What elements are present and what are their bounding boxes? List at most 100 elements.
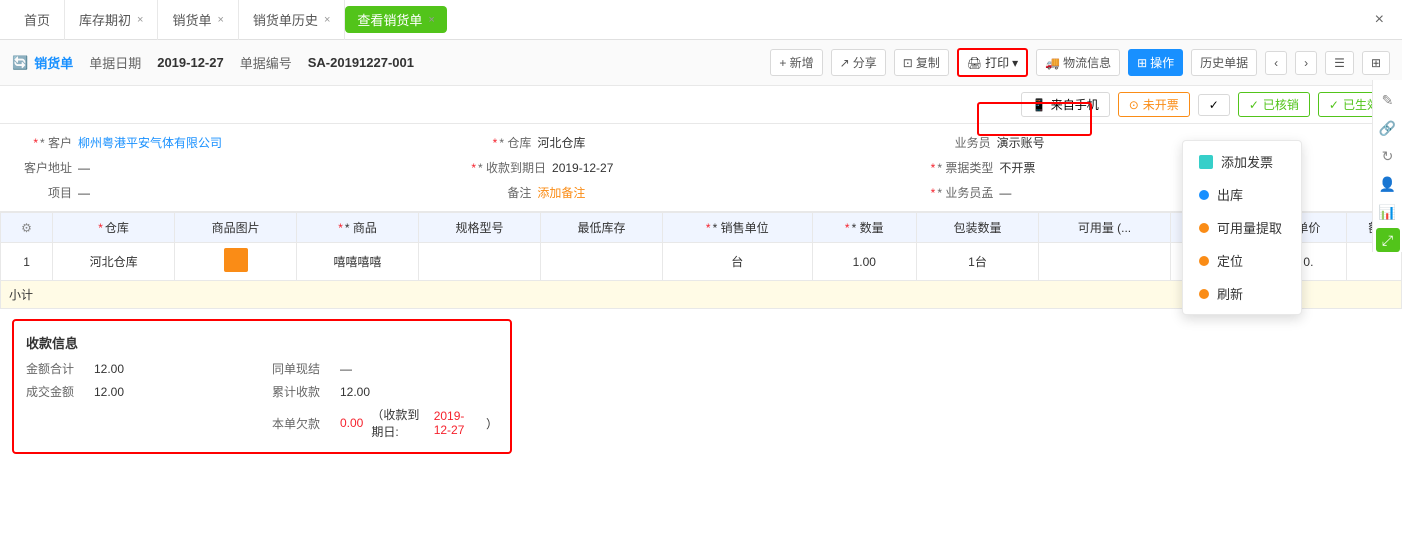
settings-icon: ⚙ [21, 221, 32, 235]
transaction-value: 12.00 [94, 385, 124, 399]
sidebar-user-icon[interactable]: 👤 [1376, 172, 1400, 196]
tab-inventory[interactable]: 库存期初 × [65, 0, 158, 40]
new-button[interactable]: + 新增 [770, 49, 822, 76]
staff-field: 业务员 演示账号 [931, 134, 1390, 151]
operate-button[interactable]: ⊞ 操作 [1128, 49, 1183, 76]
tab-view-close[interactable]: × [428, 14, 434, 26]
due-date-value: 2019-12-27 [434, 409, 478, 437]
check-icon: ✓ [1209, 98, 1219, 112]
invoice-status-button[interactable]: ⊙ 未开票 [1118, 92, 1190, 117]
warehouse-label: * 仓库 [471, 134, 531, 151]
project-label: 项目 [12, 184, 72, 201]
checked-status-button[interactable]: ✓ 已核销 [1238, 92, 1310, 117]
due-label: 本单欠款 [272, 415, 332, 432]
available-qty-item[interactable]: 可用量提取 [1183, 211, 1301, 244]
note-label: 备注 [471, 184, 531, 201]
share-icon: ↗ [840, 56, 850, 70]
row-product: 嘻嘻嘻嘻 [297, 243, 419, 281]
checked-icon: ✓ [1249, 98, 1259, 112]
amount-total-row: 金额合计 12.00 [26, 360, 252, 377]
tab-history[interactable]: 销货单历史 × [239, 0, 345, 40]
out-stock-item[interactable]: 出库 [1183, 178, 1301, 211]
warehouse-value: 河北仓库 [537, 134, 585, 151]
col-product: * 商品 [297, 213, 419, 243]
col-pack-qty: 包装数量 [917, 213, 1039, 243]
sidebar-link-icon[interactable]: 🔗 [1376, 116, 1400, 140]
tab-sales-close[interactable]: × [217, 14, 223, 26]
col-unit: * 销售单位 [663, 213, 813, 243]
payment-section: 收款信息 金额合计 12.00 成交金额 12.00 同单现结 — [12, 319, 512, 454]
tab-inventory-close[interactable]: × [137, 14, 143, 26]
sidebar-edit-icon[interactable]: ✎ [1376, 88, 1400, 112]
tab-sales[interactable]: 销货单 × [158, 0, 238, 40]
tab-history-close[interactable]: × [324, 14, 330, 26]
doc-date-value: 2019-12-27 [157, 55, 224, 70]
customer-value: 柳州粤港平安气体有限公司 [78, 134, 222, 151]
staff-label: 业务员 [931, 134, 991, 151]
effective-icon: ✓ [1329, 98, 1339, 112]
staff2-label: * 业务员孟 [931, 184, 994, 201]
tab-home[interactable]: 首页 [10, 0, 65, 40]
sales-icon: 🔄 [12, 55, 28, 71]
address-field: 客户地址 — [12, 159, 471, 176]
logistics-button[interactable]: 🚚 物流信息 [1036, 49, 1120, 76]
payment-title: 收款信息 [26, 333, 498, 352]
doc-type-title: 🔄 销货单 [12, 53, 73, 72]
refresh-icon [1199, 289, 1209, 299]
copy-button[interactable]: ⊡ 复制 [894, 49, 949, 76]
payment-left: 金额合计 12.00 成交金额 12.00 [26, 360, 252, 440]
refresh-item[interactable]: 刷新 [1183, 277, 1301, 310]
transaction-row: 成交金额 12.00 [26, 383, 252, 400]
phone-icon: 📱 [1032, 98, 1047, 112]
amount-total-value: 12.00 [94, 362, 124, 376]
status-bar: 📱 来自手机 ⊙ 未开票 ✓ ✓ 已核销 ✓ 已生效 [0, 86, 1402, 124]
phone-source-button[interactable]: 📱 来自手机 [1021, 92, 1110, 117]
sidebar-refresh-icon[interactable]: ↻ [1376, 144, 1400, 168]
staff-value: 演示账号 [997, 134, 1045, 151]
payment-date-field: * 收款到期日 2019-12-27 [471, 159, 930, 176]
col-settings: ⚙ [1, 213, 53, 243]
sidebar-data-icon[interactable]: 📊 [1376, 200, 1400, 224]
nav-prev-button[interactable]: ‹ [1265, 51, 1287, 75]
staff2-value: — [999, 186, 1011, 200]
tab-bar-right: × [1367, 11, 1392, 29]
ticket-value: 不开票 [999, 159, 1035, 176]
row-unit: 台 [663, 243, 813, 281]
col-qty: * 数量 [812, 213, 916, 243]
product-thumbnail [224, 248, 248, 272]
view-list-button[interactable]: ☰ [1325, 51, 1354, 75]
logistics-icon: 🚚 [1045, 56, 1060, 70]
row-pack-qty: 1台 [917, 243, 1039, 281]
row-qty: 1.00 [812, 243, 916, 281]
same-order-label: 同单现结 [272, 360, 332, 377]
col-warehouse: 仓库 [53, 213, 175, 243]
locate-icon [1199, 256, 1209, 266]
transaction-label: 成交金额 [26, 383, 86, 400]
project-value: — [78, 186, 90, 200]
print-button[interactable]: 🖨 打印 ▾ [957, 48, 1028, 77]
warehouse-field: * 仓库 河北仓库 [471, 134, 930, 151]
check-button[interactable]: ✓ [1198, 94, 1230, 116]
view-grid-button[interactable]: ⊞ [1362, 51, 1390, 75]
col-spec: 规格型号 [419, 213, 541, 243]
sidebar-expand-icon[interactable]: ⤢ [1376, 228, 1400, 252]
add-invoice-item[interactable]: 添加发票 [1183, 145, 1301, 178]
operate-icon: ⊞ [1137, 56, 1147, 70]
right-sidebar: ✎ 🔗 ↻ 👤 📊 ⤢ [1372, 80, 1402, 252]
share-button[interactable]: ↗ 分享 [831, 49, 886, 76]
tab-view[interactable]: 查看销货单 × [345, 6, 446, 33]
customer-field: * 客户 柳州粤港平安气体有限公司 [12, 134, 471, 151]
window-close-button[interactable]: × [1367, 11, 1392, 29]
print-icon: 🖨 [967, 56, 982, 70]
row-image [175, 243, 297, 281]
ticket-label: * 票据类型 [931, 159, 994, 176]
doc-date-label: 单据日期 [89, 53, 141, 72]
ticket-field: * 票据类型 不开票 [931, 159, 1390, 176]
copy-icon: ⊡ [903, 56, 913, 70]
address-label: 客户地址 [12, 159, 72, 176]
locate-item[interactable]: 定位 [1183, 244, 1301, 277]
history-button[interactable]: 历史单据 [1191, 49, 1257, 76]
nav-next-button[interactable]: › [1295, 51, 1317, 75]
add-note-button[interactable]: 添加备注 [537, 184, 585, 201]
row-index: 1 [1, 243, 53, 281]
